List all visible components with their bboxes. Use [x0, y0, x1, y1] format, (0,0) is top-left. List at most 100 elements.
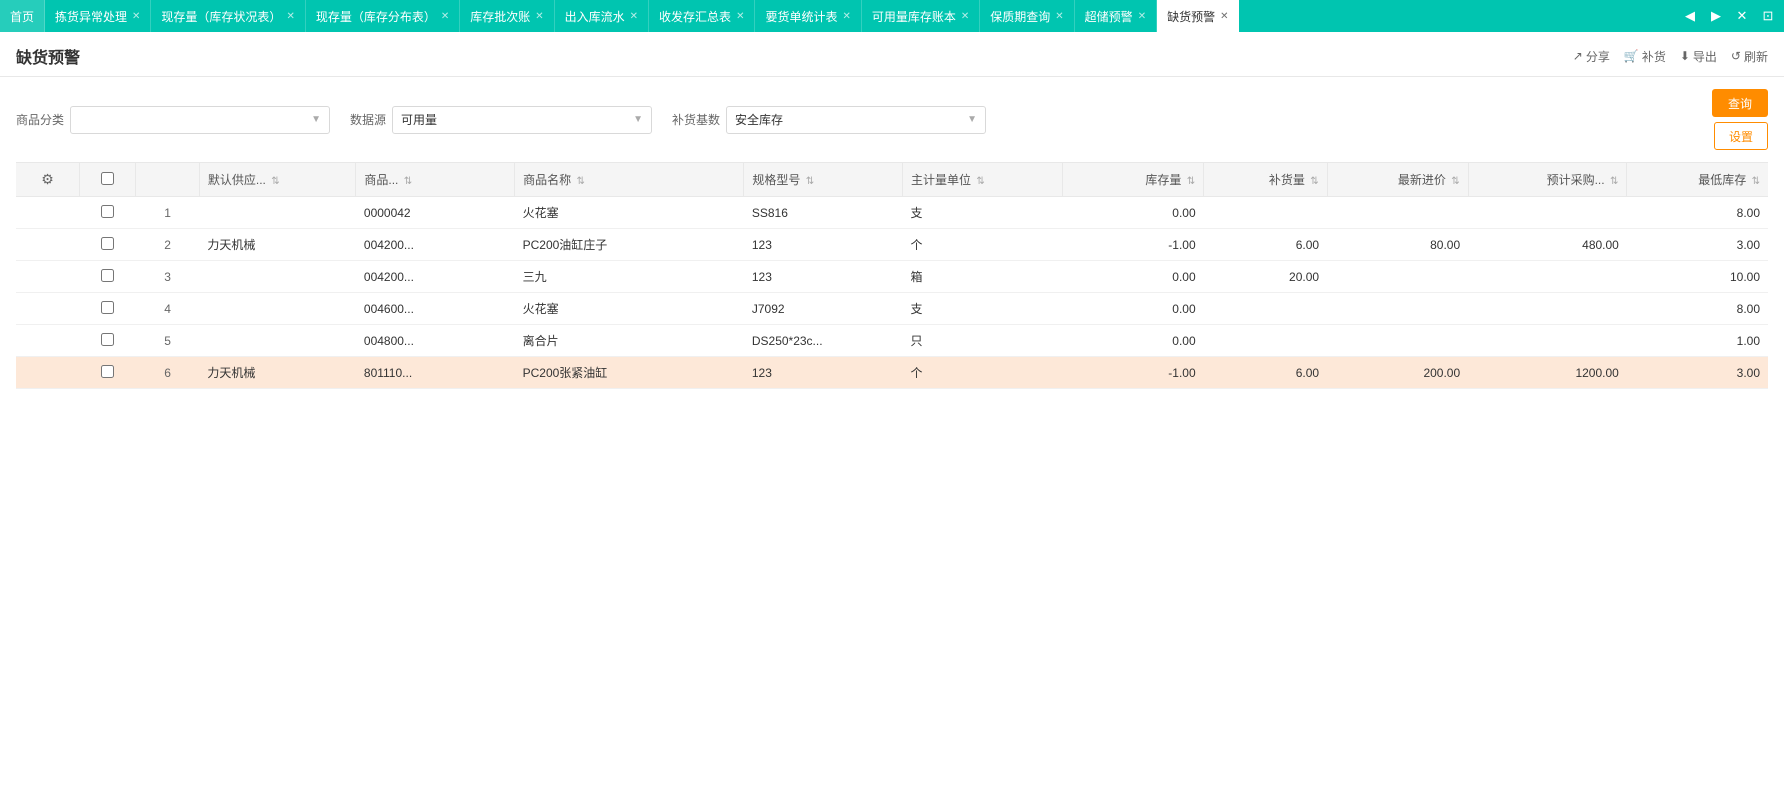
row-check-5[interactable]	[79, 357, 135, 389]
select-all-checkbox[interactable]	[101, 172, 114, 185]
table-row: 1 0000042 火花塞 SS816 支 0.00 8.00	[16, 197, 1768, 229]
row-supplier-2	[199, 261, 356, 293]
close-tab-available[interactable]: ✕	[961, 11, 969, 22]
filter-buttons: 查询 设置	[1712, 89, 1768, 150]
row-gear-4	[16, 325, 79, 357]
col-header-stock[interactable]: 库存量 ⇅	[1063, 163, 1204, 197]
tab-expiry[interactable]: 保质期查询 ✕	[980, 0, 1074, 32]
col-header-num	[136, 163, 199, 197]
row-latest-price-4	[1327, 325, 1468, 357]
col-header-gear[interactable]: ⚙	[16, 163, 79, 197]
row-unit-0: 支	[903, 197, 1063, 229]
header-actions: ↗ 分享 🛒 补货 ⬇ 导出 ↺ 刷新	[1573, 48, 1768, 65]
close-tab-stock-dist[interactable]: ✕	[441, 11, 449, 22]
settings-button[interactable]: 设置	[1714, 122, 1768, 150]
row-gear-2	[16, 261, 79, 293]
datasource-label: 数据源	[350, 111, 386, 128]
row-check-4[interactable]	[79, 325, 135, 357]
col-header-unit[interactable]: 主计量单位 ⇅	[903, 163, 1063, 197]
gear-icon[interactable]: ⚙	[41, 171, 54, 187]
close-tab-collect[interactable]: ✕	[736, 11, 744, 22]
close-tab-expiry[interactable]: ✕	[1055, 11, 1063, 22]
row-code-4: 004800...	[356, 325, 515, 357]
row-check-1[interactable]	[79, 229, 135, 261]
row-spec-2: 123	[744, 261, 903, 293]
col-header-spec[interactable]: 规格型号 ⇅	[744, 163, 903, 197]
export-icon: ⬇	[1680, 49, 1690, 63]
tab-inout[interactable]: 出入库流水 ✕	[555, 0, 649, 32]
row-checkbox-4[interactable]	[101, 333, 114, 346]
col-header-code[interactable]: 商品... ⇅	[356, 163, 515, 197]
tab-batch[interactable]: 库存批次账 ✕	[460, 0, 554, 32]
row-unit-3: 支	[903, 293, 1063, 325]
tab-close-all-button[interactable]: ✕	[1730, 4, 1754, 28]
col-header-min-stock[interactable]: 最低库存 ⇅	[1627, 163, 1768, 197]
estimated-sort-icon: ⇅	[1610, 176, 1618, 187]
tab-shortage[interactable]: 缺货预警 ✕	[1157, 0, 1239, 32]
row-checkbox-0[interactable]	[101, 205, 114, 218]
tab-demand[interactable]: 要货单统计表 ✕	[755, 0, 861, 32]
row-check-2[interactable]	[79, 261, 135, 293]
export-button[interactable]: ⬇ 导出	[1680, 48, 1717, 65]
row-num-1: 2	[136, 229, 199, 261]
close-tab-shortage[interactable]: ✕	[1220, 11, 1228, 22]
row-spec-4: DS250*23c...	[744, 325, 903, 357]
top-navigation: 首页 拣货异常处理 ✕ 现存量（库存状况表） ✕ 现存量（库存分布表） ✕ 库存…	[0, 0, 1784, 32]
main-area: 缺货预警 ↗ 分享 🛒 补货 ⬇ 导出 ↺ 刷新 商品分类	[0, 32, 1784, 796]
col-header-supplier[interactable]: 默认供应... ⇅	[199, 163, 356, 197]
close-tab-exception[interactable]: ✕	[132, 11, 140, 22]
tab-next-button[interactable]: ▶	[1704, 4, 1728, 28]
tab-stock-dist[interactable]: 现存量（库存分布表） ✕	[306, 0, 460, 32]
row-check-3[interactable]	[79, 293, 135, 325]
tab-overstock[interactable]: 超储预警 ✕	[1075, 0, 1157, 32]
query-button[interactable]: 查询	[1712, 89, 1768, 117]
table-row: 3 004200... 三九 123 箱 0.00 20.00 10.00	[16, 261, 1768, 293]
table-row: 6 力天机械 801110... PC200张紧油缸 123 个 -1.00 6…	[16, 357, 1768, 389]
datasource-select[interactable]: 可用量 ▼	[392, 106, 652, 134]
col-header-supplement[interactable]: 补货量 ⇅	[1204, 163, 1327, 197]
row-checkbox-5[interactable]	[101, 365, 114, 378]
share-button[interactable]: ↗ 分享	[1573, 48, 1610, 65]
row-latest-price-1: 80.00	[1327, 229, 1468, 261]
refresh-button[interactable]: ↺ 刷新	[1731, 48, 1768, 65]
category-label: 商品分类	[16, 111, 64, 128]
row-checkbox-3[interactable]	[101, 301, 114, 314]
col-header-name[interactable]: 商品名称 ⇅	[515, 163, 744, 197]
row-estimated-1: 480.00	[1468, 229, 1627, 261]
page-title: 缺货预警	[16, 44, 80, 68]
row-unit-1: 个	[903, 229, 1063, 261]
tab-exception[interactable]: 拣货异常处理 ✕	[45, 0, 151, 32]
supplement-button[interactable]: 🛒 补货	[1624, 48, 1666, 65]
tab-prev-button[interactable]: ◀	[1678, 4, 1702, 28]
tab-home[interactable]: 首页	[0, 0, 45, 32]
row-spec-0: SS816	[744, 197, 903, 229]
close-tab-overstock[interactable]: ✕	[1138, 11, 1146, 22]
row-supplier-0	[199, 197, 356, 229]
row-stock-0: 0.00	[1063, 197, 1204, 229]
row-stock-4: 0.00	[1063, 325, 1204, 357]
col-header-check[interactable]	[79, 163, 135, 197]
row-checkbox-1[interactable]	[101, 237, 114, 250]
close-tab-inout[interactable]: ✕	[630, 11, 638, 22]
datasource-select-value: 可用量	[401, 111, 437, 128]
row-checkbox-2[interactable]	[101, 269, 114, 282]
row-gear-1	[16, 229, 79, 261]
category-select[interactable]: ▼	[70, 106, 330, 134]
row-check-0[interactable]	[79, 197, 135, 229]
tab-expand-button[interactable]: ⊡	[1756, 4, 1780, 28]
tab-available[interactable]: 可用量库存账本 ✕	[862, 0, 980, 32]
close-tab-stock-status[interactable]: ✕	[286, 11, 294, 22]
row-stock-3: 0.00	[1063, 293, 1204, 325]
row-latest-price-5: 200.00	[1327, 357, 1468, 389]
row-name-4: 离合片	[515, 325, 744, 357]
col-header-latest-price[interactable]: 最新进价 ⇅	[1327, 163, 1468, 197]
tab-collect[interactable]: 收发存汇总表 ✕	[649, 0, 755, 32]
row-supplement-2: 20.00	[1204, 261, 1327, 293]
close-tab-demand[interactable]: ✕	[842, 11, 850, 22]
close-tab-batch[interactable]: ✕	[535, 11, 543, 22]
base-select[interactable]: 安全库存 ▼	[726, 106, 986, 134]
filter-area: 商品分类 ▼ 数据源 可用量 ▼ 补货基数 安全库存 ▼ 查询 设置	[0, 77, 1784, 162]
tab-stock-status[interactable]: 现存量（库存状况表） ✕	[151, 0, 305, 32]
col-header-estimated[interactable]: 预计采购... ⇅	[1468, 163, 1627, 197]
stock-sort-icon: ⇅	[1187, 176, 1195, 187]
